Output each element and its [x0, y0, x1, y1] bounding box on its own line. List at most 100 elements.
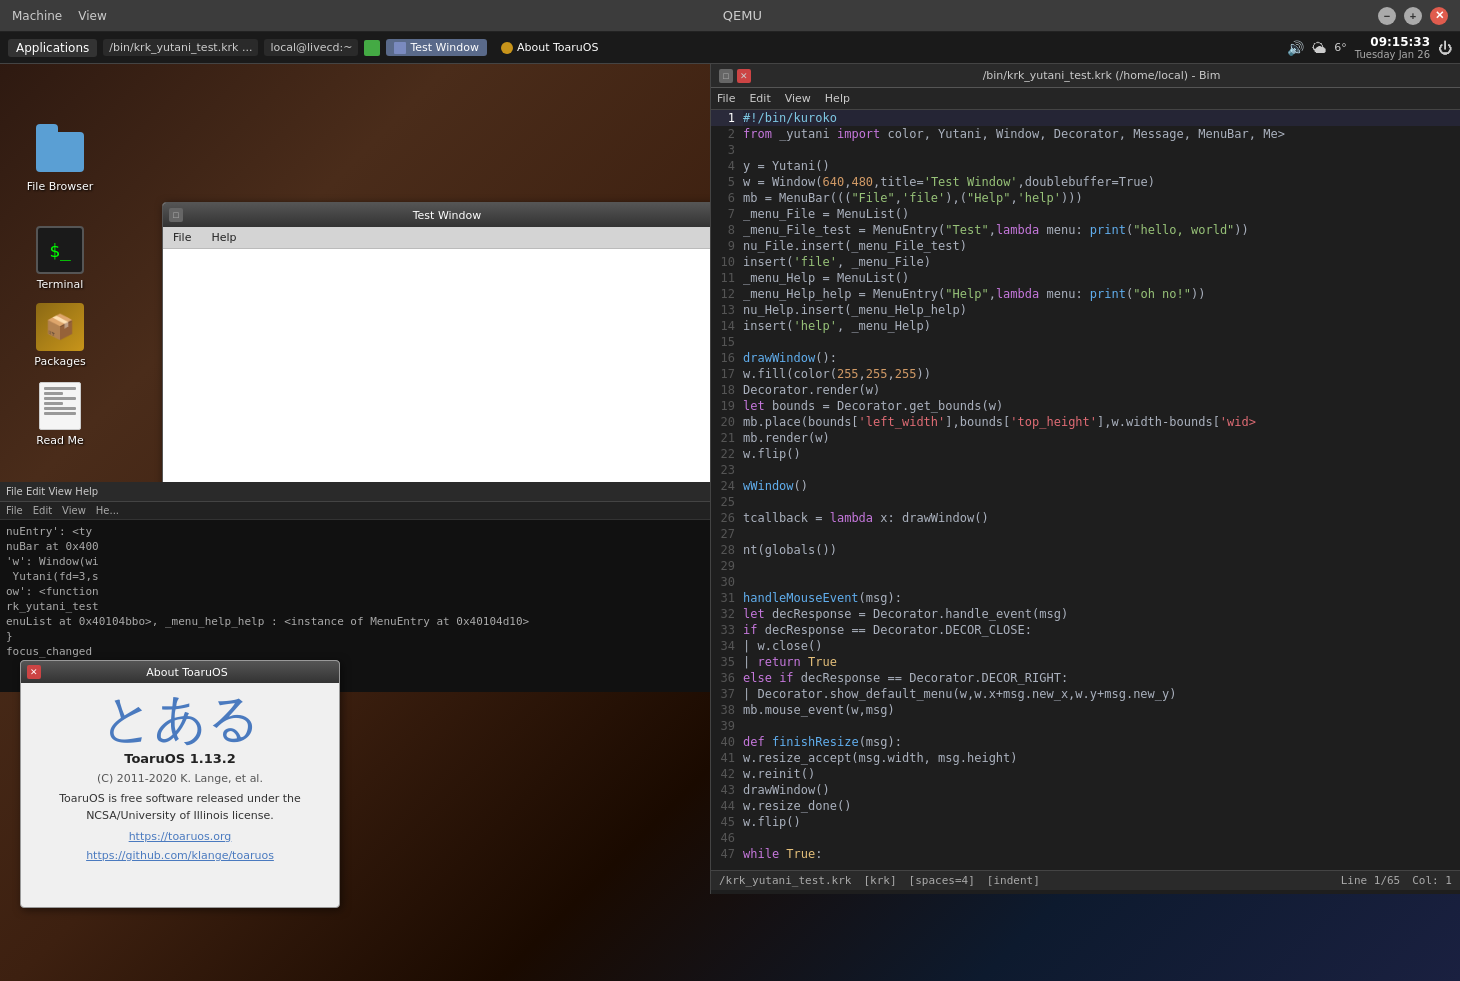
bim-status-line: Line 1/65: [1341, 874, 1401, 887]
line-num-10: 10: [711, 254, 743, 270]
bim-menu-edit[interactable]: Edit: [749, 92, 770, 105]
line-content-32: let decResponse = Decorator.handle_event…: [743, 606, 1460, 622]
line-num-37: 37: [711, 686, 743, 702]
applications-menu-button[interactable]: Applications: [8, 39, 97, 57]
line-content-34: | w.close(): [743, 638, 1460, 654]
about-link-2[interactable]: https://github.com/klange/toaruos: [86, 849, 274, 862]
taskbar-path-item1[interactable]: /bin/krk_yutani_test.krk ...: [103, 39, 258, 56]
bim-window-buttons: □ ✕: [719, 69, 751, 83]
bim-statusbar: /krk_yutani_test.krk [krk] [spaces=4] [i…: [711, 870, 1460, 890]
about-link-1[interactable]: https://toaruos.org: [129, 830, 232, 843]
line-num-38: 38: [711, 702, 743, 718]
code-line-31: 31 handleMouseEvent(msg):: [711, 590, 1460, 606]
line-content-7: _menu_File = MenuList(): [743, 206, 1460, 222]
bim-close-button[interactable]: ✕: [737, 69, 751, 83]
test-window-menu-help[interactable]: Help: [207, 230, 240, 245]
code-line-28: 28 nt(globals()): [711, 542, 1460, 558]
speaker-icon: 🔊: [1287, 40, 1304, 56]
terminal-menu-file[interactable]: File: [6, 505, 23, 516]
test-window-buttons: □: [169, 208, 183, 222]
terminal-menu-help[interactable]: He...: [96, 505, 119, 516]
line-num-13: 13: [711, 302, 743, 318]
line-content-47: while True:: [743, 846, 1460, 862]
qemu-title: QEMU: [107, 8, 1378, 23]
desktop-icon-file-browser[interactable]: File Browser: [20, 122, 100, 199]
test-window-restore-button[interactable]: □: [169, 208, 183, 222]
terminal-menu-view[interactable]: View: [62, 505, 86, 516]
desktop-icon-readme[interactable]: Read Me: [20, 376, 100, 453]
bim-menu-help[interactable]: Help: [825, 92, 850, 105]
qemu-maximize-button[interactable]: +: [1404, 7, 1422, 25]
line-content-36: else if decResponse == Decorator.DECOR_R…: [743, 670, 1460, 686]
terminal-line-4: Yutani(fd=3,s: [6, 569, 704, 584]
code-line-10: 10 insert('file', _menu_File): [711, 254, 1460, 270]
line-content-15: [743, 334, 1460, 350]
code-line-20: 20 mb.place(bounds['left_width'],bounds[…: [711, 414, 1460, 430]
code-line-13: 13 nu_Help.insert(_menu_Help_help): [711, 302, 1460, 318]
line-num-1: 1: [711, 110, 743, 126]
code-line-1: 1 #!/bin/kuroko: [711, 110, 1460, 126]
line-content-11: _menu_Help = MenuList(): [743, 270, 1460, 286]
code-line-6: 6 mb = MenuBar((("File",'file'),("Help",…: [711, 190, 1460, 206]
qemu-window-buttons: − + ✕: [1378, 7, 1448, 25]
line-content-4: y = Yutani(): [743, 158, 1460, 174]
code-line-38: 38 mb.mouse_event(w,msg): [711, 702, 1460, 718]
line-content-22: w.flip(): [743, 446, 1460, 462]
bim-titlebar: □ ✕ /bin/krk_yutani_test.krk (/home/loca…: [711, 64, 1460, 88]
line-num-41: 41: [711, 750, 743, 766]
line-content-45: w.flip(): [743, 814, 1460, 830]
code-line-15: 15: [711, 334, 1460, 350]
line-content-1: #!/bin/kuroko: [743, 110, 1460, 126]
line-num-34: 34: [711, 638, 743, 654]
line-content-26: tcallback = lambda x: drawWindow(): [743, 510, 1460, 526]
line-num-11: 11: [711, 270, 743, 286]
qemu-menu-machine[interactable]: Machine: [12, 9, 62, 23]
bim-menu-view[interactable]: View: [785, 92, 811, 105]
line-num-4: 4: [711, 158, 743, 174]
bim-status-filename: /krk_yutani_test.krk: [719, 874, 851, 887]
bim-menu-file[interactable]: File: [717, 92, 735, 105]
line-num-25: 25: [711, 494, 743, 510]
terminal-line-2: nuBar at 0x400: [6, 539, 704, 554]
test-window-menubar: File Help: [163, 227, 731, 249]
qemu-menu-view[interactable]: View: [78, 9, 106, 23]
qemu-close-button[interactable]: ✕: [1430, 7, 1448, 25]
line-num-46: 46: [711, 830, 743, 846]
line-content-20: mb.place(bounds['left_width'],bounds['to…: [743, 414, 1460, 430]
line-content-21: mb.render(w): [743, 430, 1460, 446]
code-line-19: 19 let bounds = Decorator.get_bounds(w): [711, 398, 1460, 414]
qemu-minimize-button[interactable]: −: [1378, 7, 1396, 25]
desktop-icon-terminal[interactable]: $_ Terminal: [20, 220, 100, 297]
test-window-title: Test Window: [183, 209, 711, 222]
bim-status-indent: [indent]: [987, 874, 1040, 887]
terminal-menu-edit[interactable]: Edit: [33, 505, 52, 516]
power-button[interactable]: ⏻: [1438, 40, 1452, 56]
about-taskbar-label: About ToaruOS: [517, 41, 598, 54]
readme-icon: [36, 382, 84, 430]
about-close-button[interactable]: ✕: [27, 665, 41, 679]
code-line-39: 39: [711, 718, 1460, 734]
code-line-17: 17 w.fill(color(255,255,255)): [711, 366, 1460, 382]
taskbar-path-item2[interactable]: local@livecd:~: [264, 39, 358, 56]
line-content-35: | return True: [743, 654, 1460, 670]
code-line-26: 26 tcallback = lambda x: drawWindow(): [711, 510, 1460, 526]
about-window: ✕ About ToaruOS とある ToaruOS 1.13.2 (C) 2…: [20, 660, 340, 908]
bim-status-spaces: [spaces=4]: [909, 874, 975, 887]
code-line-30: 30: [711, 574, 1460, 590]
line-num-14: 14: [711, 318, 743, 334]
qemu-menu: Machine View: [12, 9, 107, 23]
line-content-43: drawWindow(): [743, 782, 1460, 798]
code-line-36: 36 else if decResponse == Decorator.DECO…: [711, 670, 1460, 686]
code-line-9: 9 nu_File.insert(_menu_File_test): [711, 238, 1460, 254]
test-window-taskbar-button[interactable]: Test Window: [386, 39, 487, 56]
code-line-47: 47 while True:: [711, 846, 1460, 862]
about-taskbar-button[interactable]: About ToaruOS: [493, 39, 606, 56]
line-num-30: 30: [711, 574, 743, 590]
line-num-20: 20: [711, 414, 743, 430]
line-content-31: handleMouseEvent(msg):: [743, 590, 1460, 606]
bim-restore-button[interactable]: □: [719, 69, 733, 83]
test-window-menu-file[interactable]: File: [169, 230, 195, 245]
desktop-icon-packages[interactable]: 📦 Packages: [20, 297, 100, 374]
line-content-5: w = Window(640,480,title='Test Window',d…: [743, 174, 1460, 190]
code-line-33: 33 if decResponse == Decorator.DECOR_CLO…: [711, 622, 1460, 638]
